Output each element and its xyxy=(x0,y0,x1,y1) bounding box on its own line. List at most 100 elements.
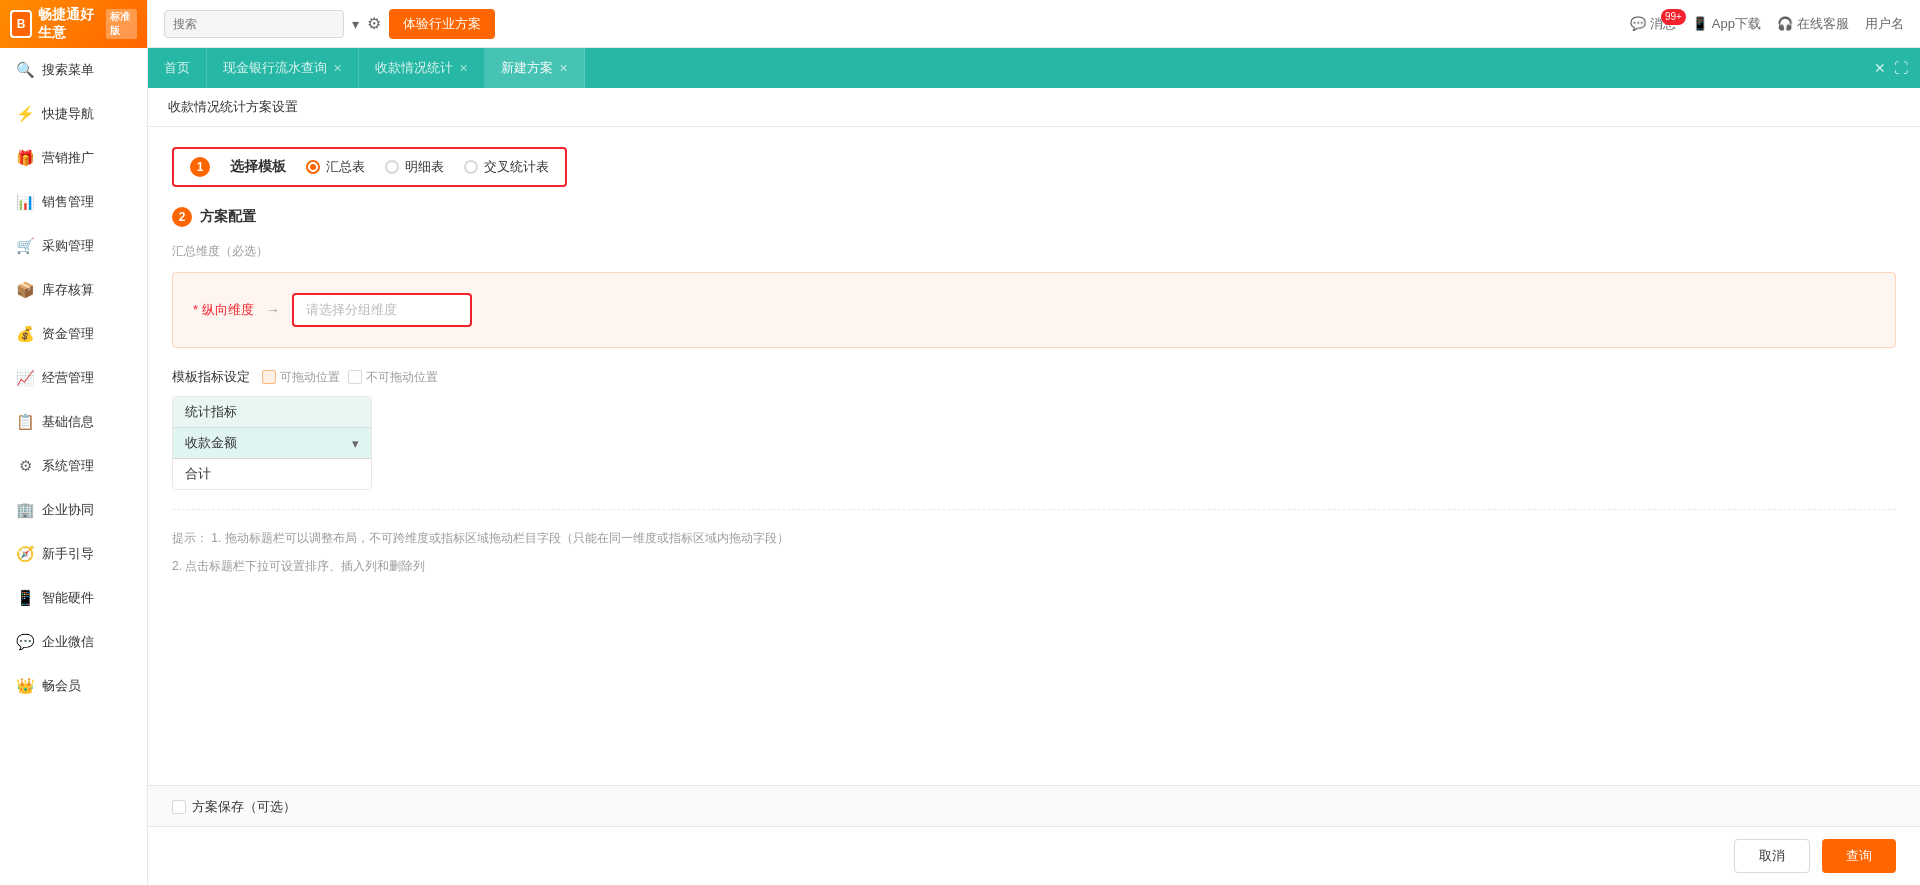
drag-movable-indicator: 可拖动位置 xyxy=(262,369,340,386)
metric-col-header[interactable]: 收款金额 ▾ xyxy=(173,428,371,459)
cancel-button[interactable]: 取消 xyxy=(1734,839,1810,873)
radio-detail[interactable]: 明细表 xyxy=(385,158,444,176)
metric-row-label: 合计 xyxy=(185,466,211,481)
basic-icon: 📋 xyxy=(16,413,34,431)
app-tag: 标准版 xyxy=(106,9,137,39)
marketing-icon: 🎁 xyxy=(16,149,34,167)
search-icon: 🔍 xyxy=(16,61,34,79)
sidebar-label-operation: 经营管理 xyxy=(42,369,94,387)
page-content: 收款情况统计方案设置 1 选择模板 汇总表 明细表 xyxy=(148,88,1920,826)
radio-cross-circle xyxy=(464,160,478,174)
stats-title: 统计指标 xyxy=(185,403,237,421)
save-checkbox[interactable] xyxy=(172,800,186,814)
settings-gear-icon[interactable]: ⚙ xyxy=(367,14,381,33)
tab-payment-stats-label: 收款情况统计 xyxy=(375,59,453,77)
sidebar-item-basic[interactable]: 📋 基础信息 xyxy=(0,400,147,444)
user-info[interactable]: 用户名 xyxy=(1865,15,1904,33)
step1-num: 1 xyxy=(190,157,210,177)
sidebar-item-sales[interactable]: 📊 销售管理 xyxy=(0,180,147,224)
tip1: 提示： 1. 拖动标题栏可以调整布局，不可跨维度或指标区域拖动栏目字段（只能在同… xyxy=(172,526,1896,550)
tip2-text: 2. 点击标题栏下拉可设置排序、插入列和删除列 xyxy=(172,559,425,573)
enterprise-icon: 🏢 xyxy=(16,501,34,519)
sidebar-item-member[interactable]: 👑 畅会员 xyxy=(0,664,147,708)
radio-detail-label: 明细表 xyxy=(405,158,444,176)
template-options-box: 1 选择模板 汇总表 明细表 交叉统计表 xyxy=(172,147,567,187)
save-option[interactable]: 方案保存（可选） xyxy=(172,798,296,816)
sidebar-item-purchase[interactable]: 🛒 采购管理 xyxy=(0,224,147,268)
sidebar-item-marketing[interactable]: 🎁 营销推广 xyxy=(0,136,147,180)
step1-section: 1 选择模板 汇总表 明细表 交叉统计表 xyxy=(172,147,1896,187)
dimension-select[interactable]: 请选择分组维度 xyxy=(292,293,472,327)
sidebar-item-finance[interactable]: 💰 资金管理 xyxy=(0,312,147,356)
tab-cashflow-close-icon[interactable]: ✕ xyxy=(333,62,342,75)
drag-movable-box xyxy=(262,370,276,384)
dimension-row: 纵向维度 → 请选择分组维度 xyxy=(193,293,1875,327)
purchase-icon: 🛒 xyxy=(16,237,34,255)
operation-icon: 📈 xyxy=(16,369,34,387)
dimension-arrow-icon: → xyxy=(266,302,280,318)
sidebar-label-member: 畅会员 xyxy=(42,677,81,695)
metric-dropdown-icon[interactable]: ▾ xyxy=(352,436,359,451)
step1-title: 选择模板 xyxy=(230,158,286,176)
radio-cross[interactable]: 交叉统计表 xyxy=(464,158,549,176)
tab-payment-stats-close-icon[interactable]: ✕ xyxy=(459,62,468,75)
step1-header: 1 选择模板 汇总表 明细表 交叉统计表 xyxy=(172,147,1896,187)
dimension-placeholder: 请选择分组维度 xyxy=(306,302,397,317)
sidebar-label-wechat: 企业微信 xyxy=(42,633,94,651)
footer-bar: 取消 查询 xyxy=(148,826,1920,885)
tab-cashflow-label: 现金银行流水查询 xyxy=(223,59,327,77)
close-window-icon[interactable]: ✕ xyxy=(1874,60,1886,76)
search-input[interactable] xyxy=(164,10,344,38)
metric-table: 统计指标 收款金额 ▾ 合计 xyxy=(172,396,372,490)
sidebar-item-enterprise[interactable]: 🏢 企业协同 xyxy=(0,488,147,532)
query-button[interactable]: 查询 xyxy=(1822,839,1896,873)
app-download-button[interactable]: 📱 App下载 xyxy=(1692,15,1761,33)
tip2: 2. 点击标题栏下拉可设置排序、插入列和删除列 xyxy=(172,554,1896,578)
sidebar-item-system[interactable]: ⚙ 系统管理 xyxy=(0,444,147,488)
drag-fixed-indicator: 不可拖动位置 xyxy=(348,369,438,386)
sidebar-item-hardware[interactable]: 📱 智能硬件 xyxy=(0,576,147,620)
breadcrumb-text: 收款情况统计方案设置 xyxy=(168,99,298,114)
inventory-icon: 📦 xyxy=(16,281,34,299)
industry-button[interactable]: 体验行业方案 xyxy=(389,9,495,39)
sidebar-label-marketing: 营销推广 xyxy=(42,149,94,167)
tab-home-label: 首页 xyxy=(164,59,190,77)
sidebar-label-basic: 基础信息 xyxy=(42,413,94,431)
tab-new-plan[interactable]: 新建方案 ✕ xyxy=(485,48,585,88)
tip-prefix: 提示： xyxy=(172,531,208,545)
drag-fixed-box xyxy=(348,370,362,384)
topbar-left: ▾ ⚙ 体验行业方案 xyxy=(164,9,495,39)
expand-window-icon[interactable]: ⛶ xyxy=(1894,60,1908,76)
radio-cross-label: 交叉统计表 xyxy=(484,158,549,176)
message-button[interactable]: 💬 消息 99+ xyxy=(1630,15,1676,33)
sidebar-item-search[interactable]: 🔍 搜索菜单 xyxy=(0,48,147,92)
sidebar-label-search: 搜索菜单 xyxy=(42,61,94,79)
dropdown-arrow-icon[interactable]: ▾ xyxy=(352,16,359,32)
message-badge: 99+ xyxy=(1661,9,1686,25)
topbar-right: 💬 消息 99+ 📱 App下载 🎧 在线客服 用户名 xyxy=(1630,15,1904,33)
step2-num: 2 xyxy=(172,207,192,227)
sidebar-item-quicknav[interactable]: ⚡ 快捷导航 xyxy=(0,92,147,136)
online-service-button[interactable]: 🎧 在线客服 xyxy=(1777,15,1849,33)
sales-icon: 📊 xyxy=(16,193,34,211)
page-breadcrumb: 收款情况统计方案设置 xyxy=(148,88,1920,127)
dimension-label-text: 汇总维度（必选） xyxy=(172,244,268,258)
save-option-bar: 方案保存（可选） xyxy=(148,785,1920,826)
tab-cashflow[interactable]: 现金银行流水查询 ✕ xyxy=(207,48,359,88)
dimension-section-label: 汇总维度（必选） xyxy=(172,243,1896,260)
sidebar-item-inventory[interactable]: 📦 库存核算 xyxy=(0,268,147,312)
sidebar: B 畅捷通好生意 标准版 🔍 搜索菜单 ⚡ 快捷导航 🎁 营销推广 📊 销售管理… xyxy=(0,0,148,885)
form-area: 1 选择模板 汇总表 明细表 交叉统计表 xyxy=(148,127,1920,785)
save-option-label: 方案保存（可选） xyxy=(192,798,296,816)
sidebar-label-finance: 资金管理 xyxy=(42,325,94,343)
tab-home[interactable]: 首页 xyxy=(148,48,207,88)
sidebar-item-guide[interactable]: 🧭 新手引导 xyxy=(0,532,147,576)
sidebar-item-operation[interactable]: 📈 经营管理 xyxy=(0,356,147,400)
download-icon: 📱 xyxy=(1692,16,1708,31)
tab-new-plan-close-icon[interactable]: ✕ xyxy=(559,62,568,75)
tab-payment-stats[interactable]: 收款情况统计 ✕ xyxy=(359,48,485,88)
service-icon: 🎧 xyxy=(1777,16,1793,31)
metric-header-label: 模板指标设定 xyxy=(172,368,250,386)
radio-summary[interactable]: 汇总表 xyxy=(306,158,365,176)
sidebar-item-wechat[interactable]: 💬 企业微信 xyxy=(0,620,147,664)
